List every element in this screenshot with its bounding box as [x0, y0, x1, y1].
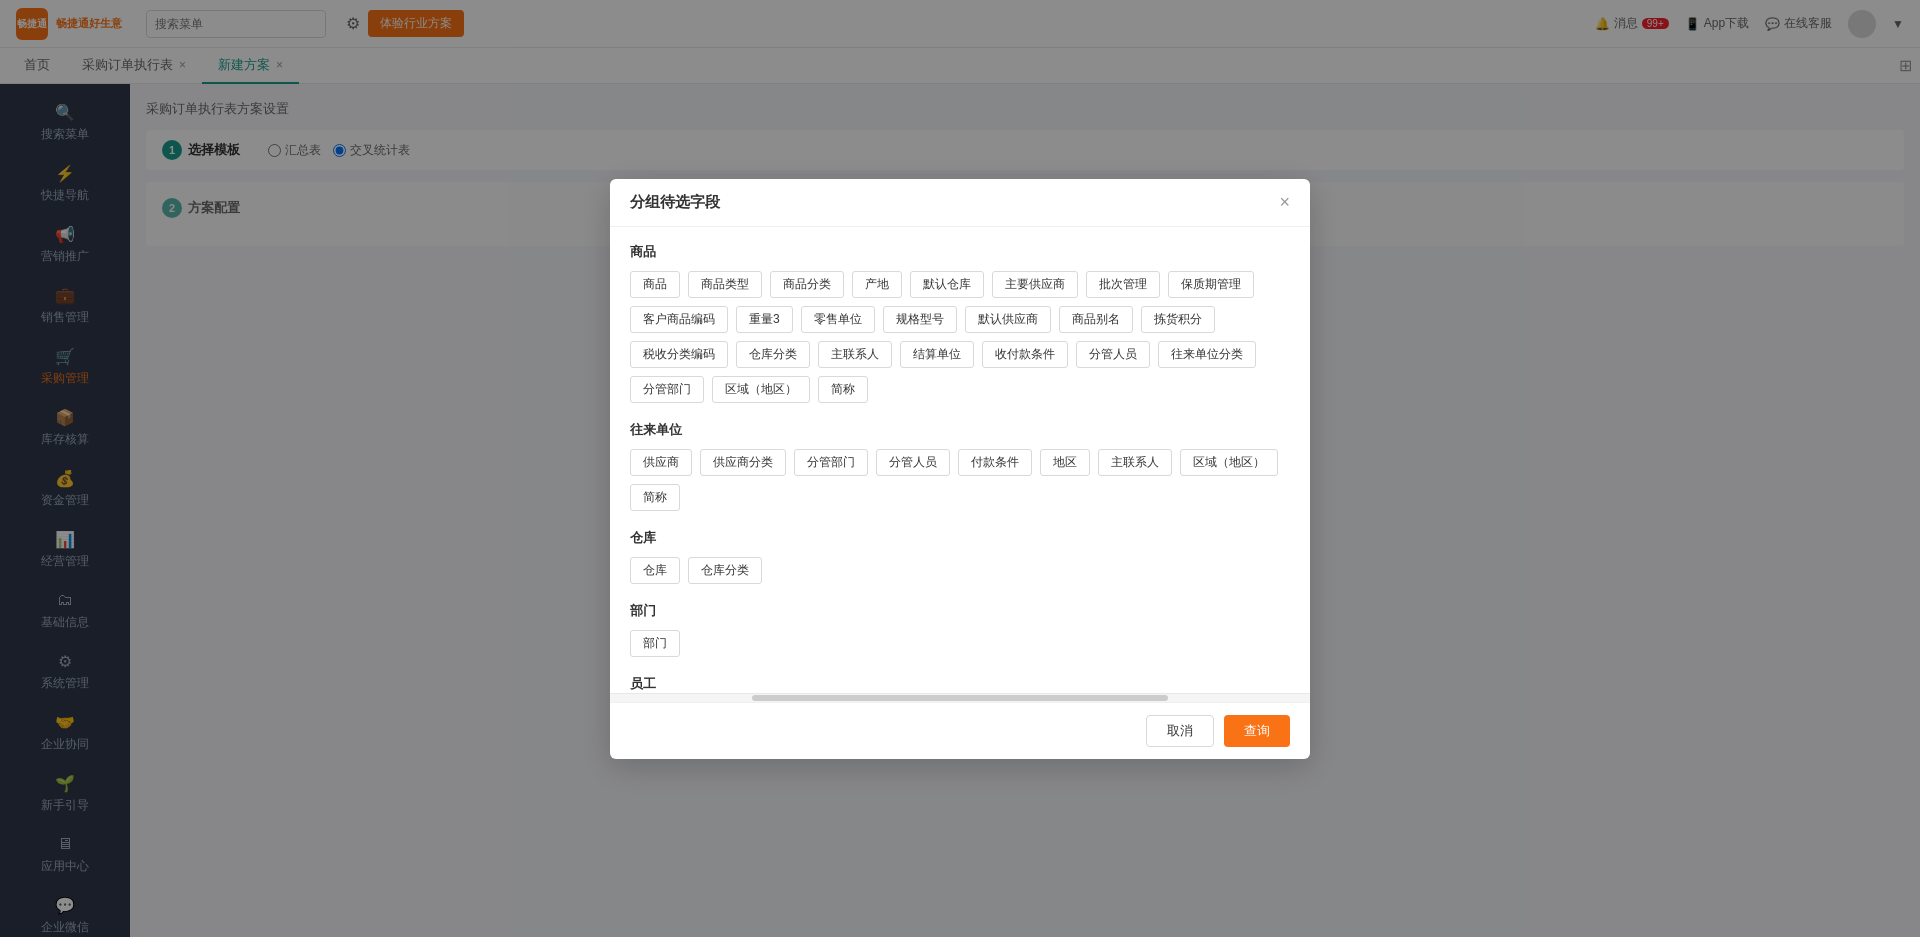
field-tag[interactable]: 零售单位 [801, 306, 875, 333]
field-tag[interactable]: 部门 [630, 630, 680, 657]
field-tag[interactable]: 仓库分类 [688, 557, 762, 584]
field-select-modal: 分组待选字段 × 商品 商品 商品类型 商品分类 产地 默认仓库 主要供应商 批… [610, 179, 1310, 759]
group-title-warehouse: 仓库 [630, 529, 1290, 547]
field-tag[interactable]: 分管人员 [876, 449, 950, 476]
field-tag[interactable]: 仓库分类 [736, 341, 810, 368]
field-tag[interactable]: 地区 [1040, 449, 1090, 476]
field-tag[interactable]: 区域（地区） [712, 376, 810, 403]
modal-bottom-scrollbar[interactable] [610, 693, 1310, 702]
field-tag[interactable]: 供应商 [630, 449, 692, 476]
confirm-btn[interactable]: 查询 [1224, 715, 1290, 747]
modal-close-btn[interactable]: × [1279, 193, 1290, 211]
field-tag[interactable]: 商品 [630, 271, 680, 298]
dept-tags: 部门 [630, 630, 1290, 657]
field-tag[interactable]: 往来单位分类 [1158, 341, 1256, 368]
field-tag[interactable]: 区域（地区） [1180, 449, 1278, 476]
group-title-employee: 员工 [630, 675, 1290, 693]
field-tag[interactable]: 保质期管理 [1168, 271, 1254, 298]
modal-overlay: 分组待选字段 × 商品 商品 商品类型 商品分类 产地 默认仓库 主要供应商 批… [0, 0, 1920, 937]
field-tag[interactable]: 主联系人 [818, 341, 892, 368]
modal-header: 分组待选字段 × [610, 179, 1310, 227]
field-tag[interactable]: 主要供应商 [992, 271, 1078, 298]
field-group-goods: 商品 商品 商品类型 商品分类 产地 默认仓库 主要供应商 批次管理 保质期管理… [630, 243, 1290, 403]
field-tag[interactable]: 收付款条件 [982, 341, 1068, 368]
modal-footer: 取消 查询 [610, 702, 1310, 759]
cancel-btn[interactable]: 取消 [1146, 715, 1214, 747]
field-tag[interactable]: 简称 [630, 484, 680, 511]
modal-body: 商品 商品 商品类型 商品分类 产地 默认仓库 主要供应商 批次管理 保质期管理… [610, 227, 1310, 693]
group-title-dept: 部门 [630, 602, 1290, 620]
field-tag[interactable]: 拣货积分 [1141, 306, 1215, 333]
field-group-employee: 员工 业务员 [630, 675, 1290, 693]
goods-tags: 商品 商品类型 商品分类 产地 默认仓库 主要供应商 批次管理 保质期管理 客户… [630, 271, 1290, 403]
field-tag[interactable]: 简称 [818, 376, 868, 403]
group-title-partner: 往来单位 [630, 421, 1290, 439]
field-tag[interactable]: 重量3 [736, 306, 793, 333]
warehouse-tags: 仓库 仓库分类 [630, 557, 1290, 584]
field-tag[interactable]: 税收分类编码 [630, 341, 728, 368]
field-group-warehouse: 仓库 仓库 仓库分类 [630, 529, 1290, 584]
field-tag[interactable]: 商品类型 [688, 271, 762, 298]
group-title-goods: 商品 [630, 243, 1290, 261]
field-tag[interactable]: 结算单位 [900, 341, 974, 368]
field-tag[interactable]: 批次管理 [1086, 271, 1160, 298]
field-tag[interactable]: 供应商分类 [700, 449, 786, 476]
field-tag[interactable]: 分管部门 [794, 449, 868, 476]
field-tag[interactable]: 分管部门 [630, 376, 704, 403]
field-tag[interactable]: 商品别名 [1059, 306, 1133, 333]
field-tag[interactable]: 主联系人 [1098, 449, 1172, 476]
field-group-partner: 往来单位 供应商 供应商分类 分管部门 分管人员 付款条件 地区 主联系人 区域… [630, 421, 1290, 511]
field-tag[interactable]: 产地 [852, 271, 902, 298]
field-tag[interactable]: 商品分类 [770, 271, 844, 298]
field-tag[interactable]: 规格型号 [883, 306, 957, 333]
field-tag[interactable]: 分管人员 [1076, 341, 1150, 368]
partner-tags: 供应商 供应商分类 分管部门 分管人员 付款条件 地区 主联系人 区域（地区） … [630, 449, 1290, 511]
field-group-dept: 部门 部门 [630, 602, 1290, 657]
field-tag[interactable]: 默认供应商 [965, 306, 1051, 333]
field-tag[interactable]: 付款条件 [958, 449, 1032, 476]
field-tag[interactable]: 仓库 [630, 557, 680, 584]
modal-title: 分组待选字段 [630, 193, 720, 212]
field-tag[interactable]: 客户商品编码 [630, 306, 728, 333]
field-tag[interactable]: 默认仓库 [910, 271, 984, 298]
